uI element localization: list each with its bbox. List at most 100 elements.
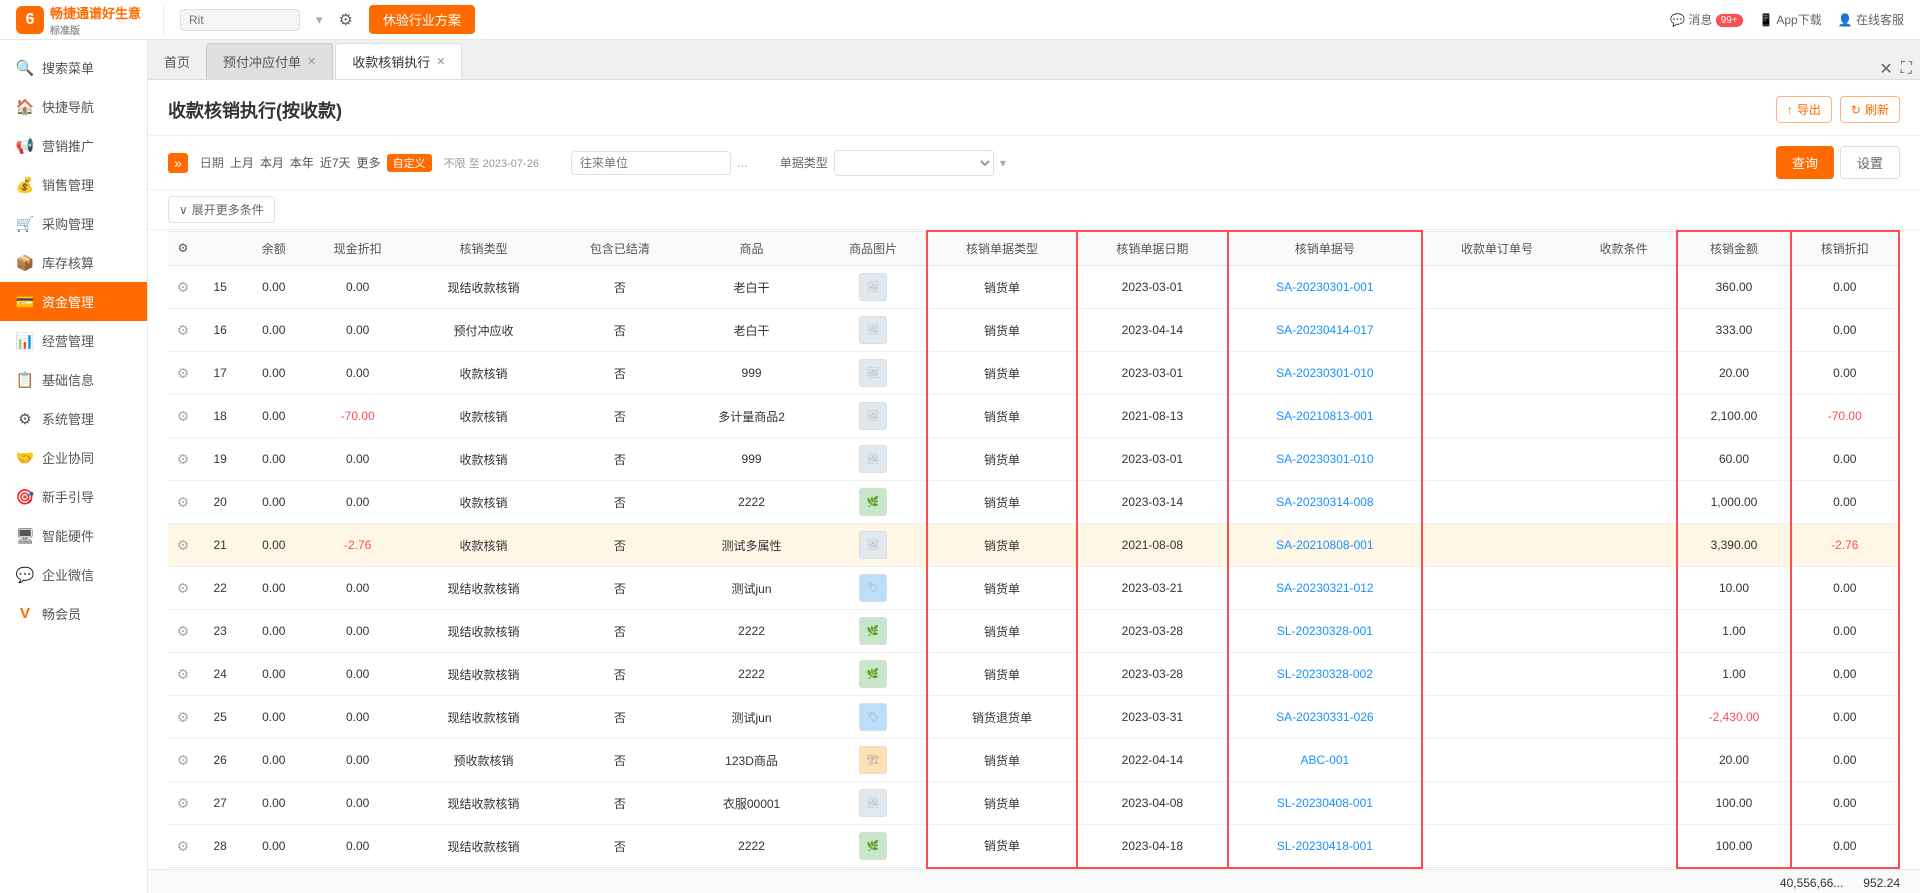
writeoff-discount-cell: 0.00 <box>1791 352 1899 395</box>
online-service-btn[interactable]: 👤 在线客服 <box>1838 11 1904 28</box>
bill-no-cell[interactable]: SA-20210808-001 <box>1228 524 1423 567</box>
bill-no-cell[interactable]: SA-20230414-017 <box>1228 309 1423 352</box>
writeoff-type-cell: 现结收款核销 <box>410 782 557 825</box>
bill-no-cell[interactable]: SA-20210813-001 <box>1228 395 1423 438</box>
seq-cell: 20 <box>198 481 242 524</box>
seq-cell: 17 <box>198 352 242 395</box>
bill-no-link[interactable]: SA-20230301-001 <box>1276 280 1373 294</box>
bill-no-link[interactable]: SA-20210808-001 <box>1276 538 1373 552</box>
sidebar-item-marketing[interactable]: 📢 营销推广 <box>0 126 147 165</box>
doc-type-filter-group: 单据类型 ▾ <box>780 150 1006 176</box>
tab-home[interactable]: 首页 <box>148 43 206 79</box>
bill-no-link[interactable]: SL-20230408-001 <box>1277 796 1373 810</box>
sales-icon: 💰 <box>16 176 34 194</box>
sidebar-item-funds[interactable]: 💳 资金管理 <box>0 282 147 321</box>
bill-no-cell[interactable]: SL-20230408-001 <box>1228 782 1423 825</box>
writeoff-amount-cell: 100.00 <box>1677 825 1790 868</box>
more-btn[interactable]: 更多 <box>357 154 381 171</box>
bill-no-cell[interactable]: ABC-001 <box>1228 739 1423 782</box>
this-year-btn[interactable]: 本年 <box>290 154 314 171</box>
bill-no-link[interactable]: SA-20230321-012 <box>1276 581 1373 595</box>
bill-no-cell[interactable]: SA-20230301-001 <box>1228 266 1423 309</box>
settings-cell[interactable]: ⚙ <box>168 696 198 739</box>
bill-no-link[interactable]: SA-20230331-026 <box>1276 710 1373 724</box>
sidebar-item-label: 快捷导航 <box>42 97 94 116</box>
dropdown-arrow[interactable]: ▾ <box>316 12 323 28</box>
sidebar-item-hardware[interactable]: 🖥 智能硬件 <box>0 516 147 555</box>
sidebar-item-sales[interactable]: 💰 销售管理 <box>0 165 147 204</box>
sidebar-item-purchase[interactable]: 🛒 采购管理 <box>0 204 147 243</box>
bill-no-link[interactable]: SA-20230301-010 <box>1276 452 1373 466</box>
bill-no-link[interactable]: SA-20230301-010 <box>1276 366 1373 380</box>
settings-cell[interactable]: ⚙ <box>168 610 198 653</box>
gear-icon[interactable]: ⚙ <box>339 10 353 30</box>
sidebar-item-inventory[interactable]: 📦 库存核算 <box>0 243 147 282</box>
bill-no-cell[interactable]: SA-20230314-008 <box>1228 481 1423 524</box>
setting-btn[interactable]: 设置 <box>1840 146 1900 179</box>
this-month-btn[interactable]: 本月 <box>260 154 284 171</box>
doc-type-select[interactable] <box>834 150 994 176</box>
bill-no-cell[interactable]: SA-20230321-012 <box>1228 567 1423 610</box>
query-btn[interactable]: 查询 <box>1776 146 1834 179</box>
writeoff-amount-cell: 20.00 <box>1677 739 1790 782</box>
collapse-btn[interactable]: » <box>168 153 188 173</box>
sidebar-item-member[interactable]: V 畅会员 <box>0 594 147 633</box>
last-month-btn[interactable]: 上月 <box>230 154 254 171</box>
sidebar-item-guide[interactable]: 🎯 新手引导 <box>0 477 147 516</box>
expand-more-btn[interactable]: ∨ 展开更多条件 <box>168 196 275 223</box>
sidebar-item-quick-nav[interactable]: 🏠 快捷导航 <box>0 87 147 126</box>
tab-prepay[interactable]: 预付冲应付单 ✕ <box>206 43 333 79</box>
sidebar-item-basic-info[interactable]: 📋 基础信息 <box>0 360 147 399</box>
th-settings[interactable]: ⚙ <box>168 231 198 266</box>
settings-cell[interactable]: ⚙ <box>168 438 198 481</box>
custom-date-btn[interactable]: 自定义 <box>387 154 432 172</box>
bill-no-link[interactable]: ABC-001 <box>1301 753 1350 767</box>
tab-receipt-writeoff[interactable]: 收款核销执行 ✕ <box>335 43 462 79</box>
writeoff-discount-cell: 0.00 <box>1791 266 1899 309</box>
sidebar-item-search[interactable]: 🔍 搜索菜单 <box>0 48 147 87</box>
bill-no-link[interactable]: SA-20210813-001 <box>1276 409 1373 423</box>
settings-cell[interactable]: ⚙ <box>168 395 198 438</box>
settings-cell[interactable]: ⚙ <box>168 739 198 782</box>
bill-no-link[interactable]: SL-20230328-001 <box>1277 624 1373 638</box>
tab-maximize-btn[interactable]: ⛶ <box>1901 60 1912 78</box>
sidebar-item-enterprise[interactable]: 🤝 企业协同 <box>0 438 147 477</box>
settings-cell[interactable]: ⚙ <box>168 567 198 610</box>
bill-no-link[interactable]: SA-20230314-008 <box>1276 495 1373 509</box>
refresh-btn[interactable]: ↻ 刷新 <box>1840 96 1900 123</box>
sidebar-item-business[interactable]: 📊 经营管理 <box>0 321 147 360</box>
settings-cell[interactable]: ⚙ <box>168 524 198 567</box>
unit-input[interactable] <box>571 151 731 175</box>
included-settled-cell: 否 <box>557 481 683 524</box>
settings-cell[interactable]: ⚙ <box>168 653 198 696</box>
messages-btn[interactable]: 💬 消息 99+ <box>1670 11 1743 28</box>
app-download-btn[interactable]: 📱 App下载 <box>1759 11 1822 28</box>
sidebar-item-wechat[interactable]: 💬 企业微信 <box>0 555 147 594</box>
export-btn[interactable]: ↑ 导出 <box>1776 96 1832 123</box>
receipt-order-no-cell <box>1422 352 1571 395</box>
bill-no-link[interactable]: SL-20230418-001 <box>1277 839 1373 853</box>
industry-button[interactable]: 休验行业方案 <box>369 5 475 34</box>
tab-close-prepay[interactable]: ✕ <box>307 55 316 68</box>
bill-no-cell[interactable]: SA-20230301-010 <box>1228 438 1423 481</box>
writeoff-amount-cell: 1.00 <box>1677 610 1790 653</box>
bill-no-cell[interactable]: SA-20230301-010 <box>1228 352 1423 395</box>
unit-dots[interactable]: ... <box>737 155 748 170</box>
last7days-btn[interactable]: 近7天 <box>320 154 351 171</box>
settings-cell[interactable]: ⚙ <box>168 266 198 309</box>
tab-close-receipt-writeoff[interactable]: ✕ <box>436 55 445 68</box>
bill-no-cell[interactable]: SL-20230418-001 <box>1228 825 1423 868</box>
settings-cell[interactable]: ⚙ <box>168 481 198 524</box>
settings-cell[interactable]: ⚙ <box>168 782 198 825</box>
settings-cell[interactable]: ⚙ <box>168 352 198 395</box>
tab-close-window-btn[interactable]: ✕ <box>1879 59 1892 79</box>
sidebar-item-system[interactable]: ⚙ 系统管理 <box>0 399 147 438</box>
bill-no-link[interactable]: SL-20230328-002 <box>1277 667 1373 681</box>
bill-no-cell[interactable]: SA-20230331-026 <box>1228 696 1423 739</box>
bill-no-cell[interactable]: SL-20230328-001 <box>1228 610 1423 653</box>
search-input[interactable] <box>180 9 300 31</box>
bill-no-cell[interactable]: SL-20230328-002 <box>1228 653 1423 696</box>
settings-cell[interactable]: ⚙ <box>168 309 198 352</box>
bill-no-link[interactable]: SA-20230414-017 <box>1276 323 1373 337</box>
settings-cell[interactable]: ⚙ <box>168 825 198 868</box>
